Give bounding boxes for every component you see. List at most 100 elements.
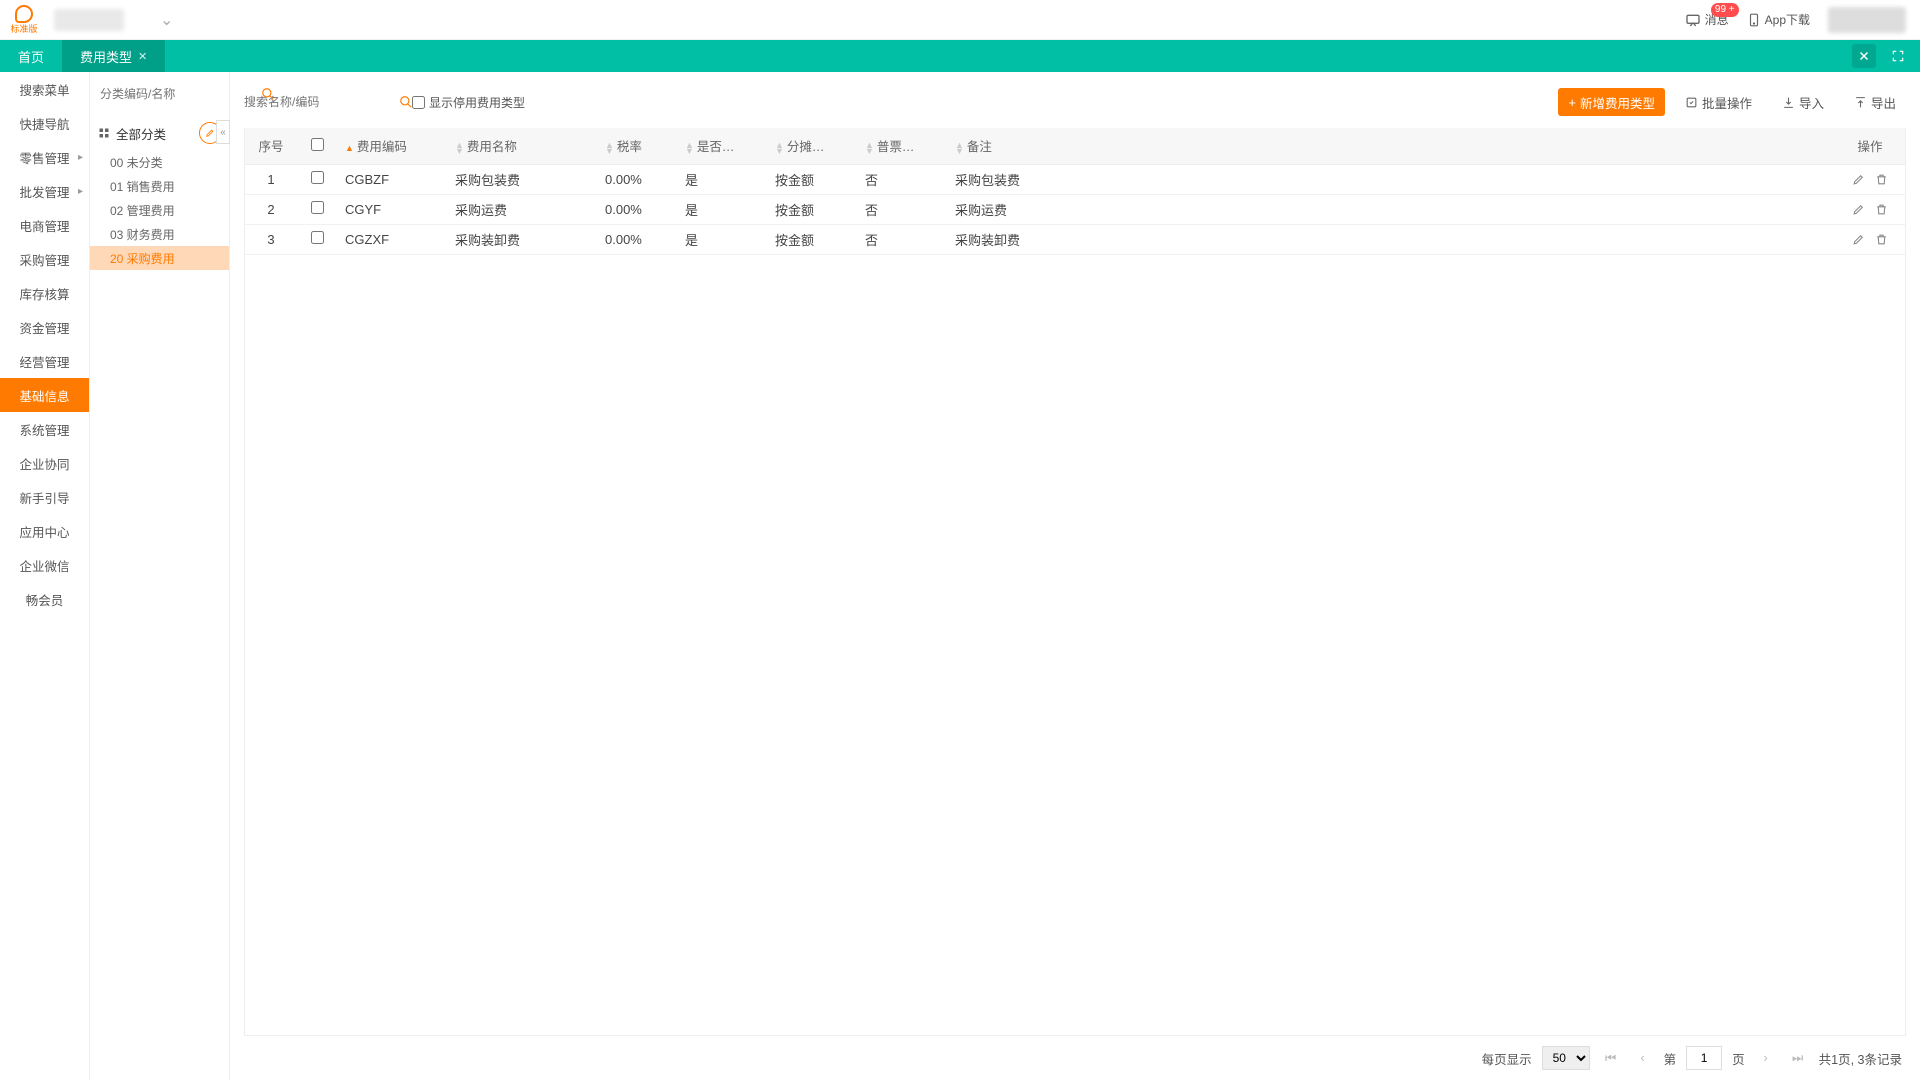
row-checkbox[interactable] [311,231,324,244]
category-all-label: 全部分类 [116,124,166,143]
chevron-down-icon[interactable]: ⌄ [160,10,173,30]
search-icon[interactable] [399,95,413,109]
tab-home[interactable]: 首页 [0,40,62,72]
row-checkbox[interactable] [311,201,324,214]
cell-ticket: 否 [857,194,947,224]
sidebar-item-0[interactable]: 搜索菜单 [0,72,89,106]
category-item-4[interactable]: 20 采购费用 [90,246,229,270]
th-ticket[interactable]: ▲▼普票… [857,128,947,164]
cell-ticket: 否 [857,224,947,254]
sidebar-item-10[interactable]: 系统管理 [0,412,89,446]
cell-code: CGBZF [337,164,447,194]
caret-icon: ▸ [78,152,83,163]
export-button[interactable]: 导出 [1844,88,1906,116]
category-item-1[interactable]: 01 销售费用 [90,174,229,198]
add-expense-type-button[interactable]: + 新增费用类型 [1558,88,1665,116]
sidebar-item-12[interactable]: 新手引导 [0,480,89,514]
sidebar-item-2[interactable]: 零售管理▸ [0,140,89,174]
page-summary: 共1页, 3条记录 [1819,1049,1902,1068]
sidebar-item-14[interactable]: 企业微信 [0,548,89,582]
th-remark[interactable]: ▲▼备注 [947,128,1835,164]
th-rate[interactable]: ▲▼税率 [597,128,677,164]
close-icon[interactable]: ✕ [138,50,147,63]
sidebar-item-1[interactable]: 快捷导航 [0,106,89,140]
sidebar-item-5[interactable]: 采购管理 [0,242,89,276]
top-right: 消息 99 + App下载 [1685,7,1906,33]
cell-code: CGZXF [337,224,447,254]
cell-rate: 0.00% [597,224,677,254]
per-page-select[interactable]: 50 [1542,1046,1590,1070]
import-icon [1782,96,1795,109]
th-isx[interactable]: ▲▼是否… [677,128,767,164]
import-label: 导入 [1799,93,1824,112]
org-name-redacted [54,9,124,31]
logo-edition: 标准版 [10,25,37,35]
select-all-checkbox[interactable] [311,138,324,151]
edit-row-button[interactable] [1852,203,1865,216]
app-download-button[interactable]: App下载 [1747,11,1810,28]
delete-row-button[interactable] [1875,233,1888,246]
sidebar-item-13[interactable]: 应用中心 [0,514,89,548]
page-input[interactable] [1686,1046,1722,1070]
th-select-all[interactable] [297,128,337,164]
sidebar-item-9[interactable]: 基础信息 [0,378,89,412]
show-disabled-checkbox[interactable]: 显示停用费用类型 [412,94,525,111]
pencil-icon [1852,203,1865,216]
category-search-input[interactable] [100,87,255,101]
th-op: 操作 [1835,128,1905,164]
page-ye: 页 [1732,1049,1745,1068]
grid-icon [98,127,110,139]
import-button[interactable]: 导入 [1772,88,1834,116]
page-last-button[interactable]: ⏭ [1787,1047,1809,1069]
delete-row-button[interactable] [1875,203,1888,216]
sidebar-item-4[interactable]: 电商管理 [0,208,89,242]
page-prev-button[interactable]: ‹ [1632,1047,1654,1069]
edit-row-button[interactable] [1852,233,1865,246]
cell-remark: 采购运费 [947,194,1835,224]
category-search [90,72,229,116]
page-next-button[interactable]: › [1755,1047,1777,1069]
pencil-icon [205,128,215,138]
row-checkbox[interactable] [311,171,324,184]
page-first-button[interactable]: ⏮ [1600,1047,1622,1069]
category-all[interactable]: 全部分类 [90,116,229,150]
th-alloc[interactable]: ▲▼分摊… [767,128,857,164]
chat-icon [1685,12,1701,28]
sidebar-item-3[interactable]: 批发管理▸ [0,174,89,208]
sidebar-item-6[interactable]: 库存核算 [0,276,89,310]
cell-name: 采购装卸费 [447,224,597,254]
top-left: 标准版 ⌄ [0,0,173,39]
page-di: 第 [1664,1049,1677,1068]
sidebar-item-8[interactable]: 经营管理 [0,344,89,378]
tab-close-all-button[interactable] [1852,44,1876,68]
logo[interactable]: 标准版 [0,5,48,35]
category-item-0[interactable]: 00 未分类 [90,150,229,174]
th-name[interactable]: ▲▼费用名称 [447,128,597,164]
user-avatar-redacted[interactable] [1828,7,1906,33]
th-index[interactable]: 序号 [245,128,297,164]
cell-code: CGYF [337,194,447,224]
edit-row-button[interactable] [1852,173,1865,186]
fullscreen-button[interactable] [1886,44,1910,68]
tab-home-label: 首页 [18,47,44,66]
pagination: 每页显示 50 ⏮ ‹ 第 页 › ⏭ 共1页, 3条记录 [244,1036,1906,1080]
category-item-2[interactable]: 02 管理费用 [90,198,229,222]
collapse-panel-button[interactable]: « [216,120,230,144]
messages-button[interactable]: 消息 99 + [1685,11,1729,28]
sidebar-item-11[interactable]: 企业协同 [0,446,89,480]
category-panel: 全部分类 « 00 未分类01 销售费用02 管理费用03 财务费用20 采购费… [90,72,230,1080]
tab-expense-type[interactable]: 费用类型 ✕ [62,40,165,72]
th-code[interactable]: ▲费用编码 [337,128,447,164]
sidebar-item-7[interactable]: 资金管理 [0,310,89,344]
show-disabled-input[interactable] [412,96,425,109]
delete-row-button[interactable] [1875,173,1888,186]
table-row: 3CGZXF采购装卸费0.00%是按金额否采购装卸费 [245,224,1905,254]
cell-ticket: 否 [857,164,947,194]
batch-ops-button[interactable]: 批量操作 [1675,88,1762,116]
cell-name: 采购包装费 [447,164,597,194]
category-item-3[interactable]: 03 财务费用 [90,222,229,246]
export-label: 导出 [1871,93,1896,112]
search-icon[interactable] [261,87,275,101]
x-icon [1858,50,1870,62]
sidebar-item-15[interactable]: 畅会员 [0,582,89,616]
